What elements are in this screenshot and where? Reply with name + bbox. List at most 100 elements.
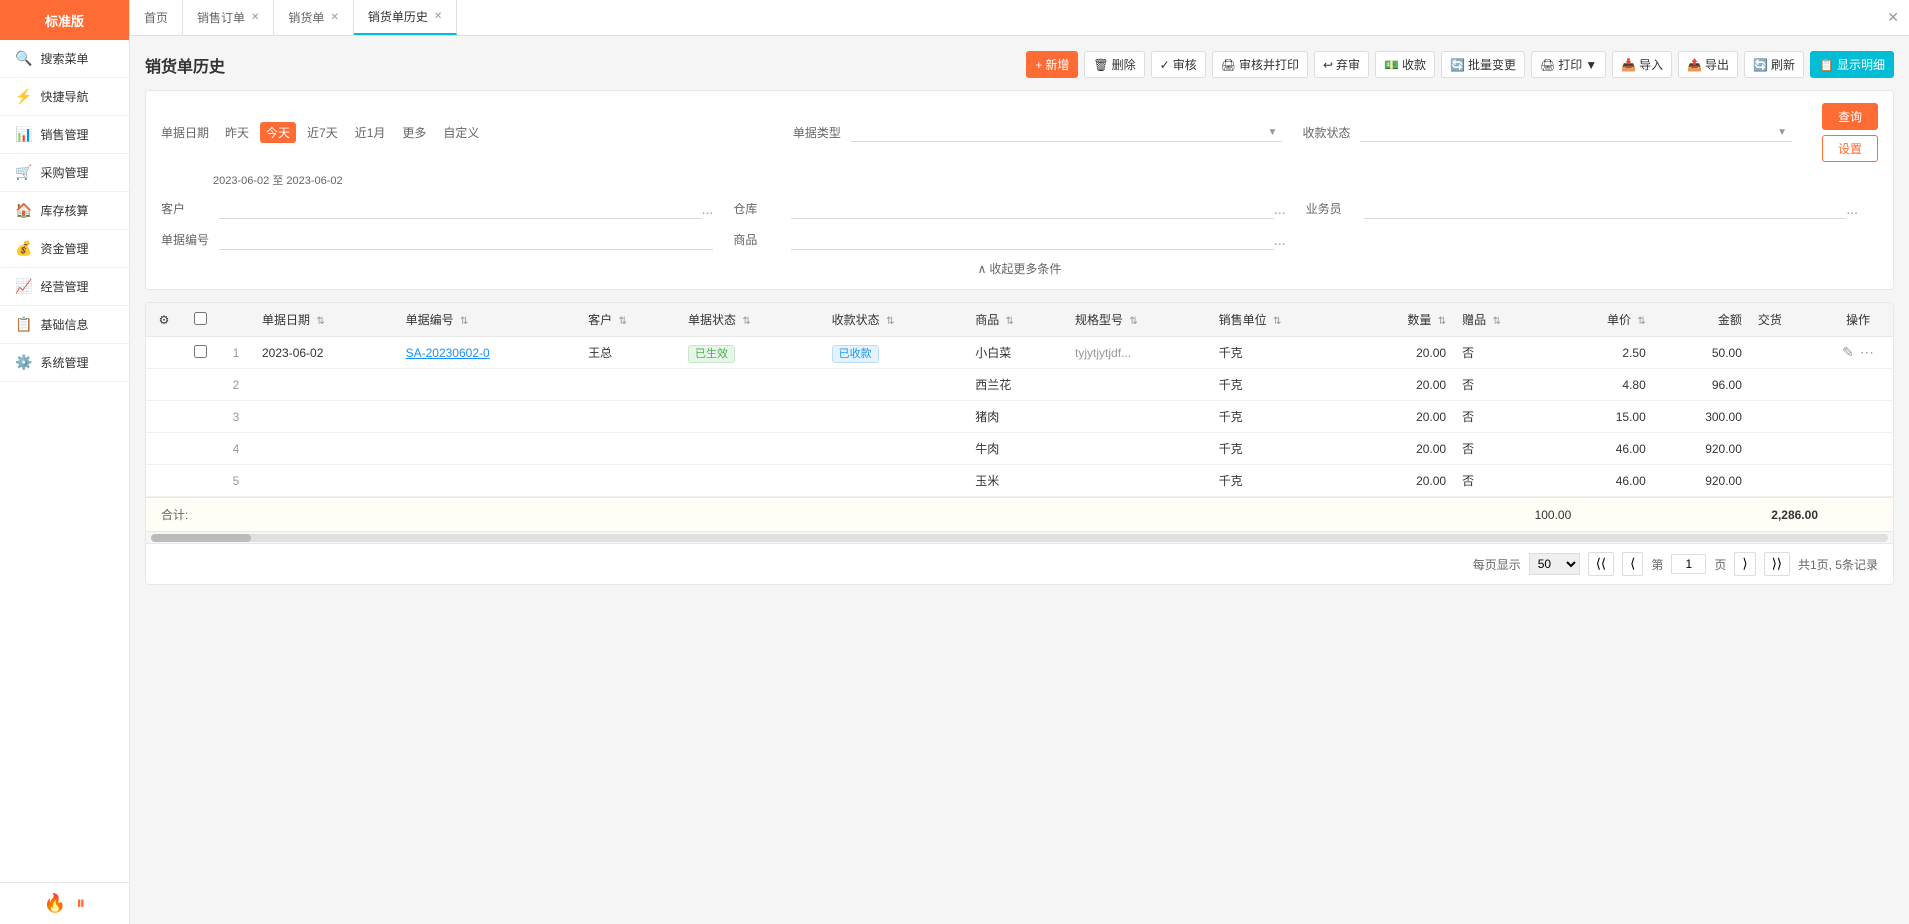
date-7days[interactable]: 近7天: [301, 122, 344, 143]
audit-print-button[interactable]: 🖨 审核并打印: [1212, 51, 1308, 78]
per-page-select[interactable]: 50 20 100: [1529, 553, 1580, 575]
first-page-button[interactable]: ⟨⟨: [1588, 552, 1614, 576]
row-checkbox[interactable]: [194, 345, 207, 358]
doc-status-cell: [680, 401, 824, 433]
more-icon[interactable]: ⋯: [1860, 344, 1874, 361]
quantity-cell: 20.00: [1354, 465, 1454, 497]
tab-sales-history-close[interactable]: ✕: [434, 11, 442, 22]
audit-icon: ✓: [1160, 58, 1170, 72]
query-button[interactable]: 查询: [1822, 103, 1878, 130]
page-number-input[interactable]: [1671, 554, 1706, 574]
pay-status-sort-icon: ⇅: [886, 316, 894, 327]
doc-status-cell: 已生效: [680, 337, 824, 369]
fire-icon[interactable]: 🔥: [44, 893, 66, 914]
audit-button[interactable]: ✓ 审核: [1151, 51, 1206, 78]
gift-sort-icon: ⇅: [1492, 316, 1500, 327]
set-button[interactable]: 设置: [1822, 135, 1878, 162]
export-button[interactable]: 📤 导出: [1678, 51, 1738, 78]
date-range-text: 2023-06-02 至 2023-06-02: [213, 172, 343, 188]
doc-no-column-header[interactable]: 单据编号 ⇅: [398, 303, 581, 337]
sales-unit-column-header[interactable]: 销售单位 ⇅: [1211, 303, 1355, 337]
tab-sales-goods[interactable]: 销货单 ✕: [274, 0, 353, 35]
doc-date-column-header[interactable]: 单据日期 ⇅: [254, 303, 398, 337]
sales-unit-cell: 千克: [1211, 369, 1355, 401]
date-today[interactable]: 今天: [260, 122, 296, 143]
horizontal-scrollbar[interactable]: [146, 531, 1893, 543]
edit-icon[interactable]: ✎: [1842, 344, 1854, 361]
sidebar-item-search-menu[interactable]: 🔍 搜索菜单: [0, 40, 129, 78]
next-page-button[interactable]: ⟩: [1734, 552, 1755, 576]
collect-icon: 💵: [1384, 58, 1399, 72]
quantity-cell: 20.00: [1354, 369, 1454, 401]
sidebar-item-purchase-mgmt[interactable]: 🛒 采购管理: [0, 154, 129, 192]
customer-input[interactable]: [219, 198, 702, 219]
refresh-button[interactable]: 🔄 刷新: [1744, 51, 1804, 78]
scrollbar-thumb[interactable]: [151, 534, 251, 542]
doc-date-cell: [254, 401, 398, 433]
warehouse-dots[interactable]: ...: [1274, 201, 1286, 217]
goods-dots[interactable]: ...: [1274, 232, 1286, 248]
doc-no-link[interactable]: SA-20230602-0: [406, 346, 490, 360]
spec-cell: tyjytjytjdf...: [1067, 337, 1211, 369]
tab-sales-order-close[interactable]: ✕: [251, 12, 259, 23]
date-more[interactable]: 更多: [396, 122, 432, 143]
spec-column-header[interactable]: 规格型号 ⇅: [1067, 303, 1211, 337]
sidebar-item-label: 销售管理: [40, 126, 88, 143]
pay-status-column-header[interactable]: 收款状态 ⇅: [824, 303, 968, 337]
last-page-button[interactable]: ⟩⟩: [1764, 552, 1790, 576]
date-custom[interactable]: 自定义: [437, 122, 485, 143]
import-button[interactable]: 📥 导入: [1612, 51, 1672, 78]
tab-bar-close-all[interactable]: ✕: [1887, 9, 1909, 26]
batch-change-button[interactable]: 🔄 批量变更: [1441, 51, 1525, 78]
prev-page-button[interactable]: ⟨: [1622, 552, 1643, 576]
rownum-cell: 4: [218, 433, 254, 465]
quantity-column-header[interactable]: 数量 ⇅: [1354, 303, 1454, 337]
tab-home[interactable]: 首页: [130, 0, 183, 35]
show-detail-button[interactable]: 📋 显示明细: [1810, 51, 1894, 78]
print-button[interactable]: 🖨 打印 ▼: [1531, 51, 1606, 78]
abandon-button[interactable]: ↩ 弃审: [1314, 51, 1369, 78]
sidebar-item-finance[interactable]: 💰 资金管理: [0, 230, 129, 268]
payment-select[interactable]: ▼: [1360, 124, 1792, 142]
customer-dots[interactable]: ...: [702, 201, 714, 217]
sidebar-item-sys-mgmt[interactable]: ⚙️ 系统管理: [0, 344, 129, 382]
salesperson-input[interactable]: [1364, 198, 1847, 219]
salesperson-dots[interactable]: ...: [1846, 201, 1858, 217]
new-button[interactable]: + 新增: [1026, 51, 1078, 78]
gift-column-header[interactable]: 赠品 ⇅: [1454, 303, 1554, 337]
gear-cell: [146, 369, 182, 401]
tab-sales-goods-close[interactable]: ✕: [330, 12, 338, 23]
detail-icon: 📋: [1819, 58, 1834, 72]
sales-unit-cell: 千克: [1211, 401, 1355, 433]
sidebar-item-sales-mgmt[interactable]: 📊 销售管理: [0, 116, 129, 154]
goods-input[interactable]: [791, 229, 1274, 250]
type-select[interactable]: ▼: [851, 124, 1283, 142]
ops-cell: [1823, 401, 1893, 433]
tab-sales-order[interactable]: 销售订单 ✕: [183, 0, 274, 35]
sidebar-item-operations[interactable]: 📈 经营管理: [0, 268, 129, 306]
docno-input[interactable]: [219, 229, 713, 250]
goods-column-header[interactable]: 商品 ⇅: [967, 303, 1067, 337]
warehouse-input[interactable]: [791, 198, 1274, 219]
pagination: 每页显示 50 20 100 ⟨⟨ ⟨ 第 页 ⟩ ⟩⟩ 共1页, 5条记录: [146, 543, 1893, 584]
doc-status-column-header[interactable]: 单据状态 ⇅: [680, 303, 824, 337]
transaction-cell: [1750, 465, 1823, 497]
goods-cell: 猪肉: [967, 401, 1067, 433]
pause-icon[interactable]: ⏸: [76, 893, 85, 914]
date-1month[interactable]: 近1月: [349, 122, 392, 143]
collapse-button[interactable]: ∧ 收起更多条件: [978, 260, 1062, 277]
sidebar-item-label: 基础信息: [40, 316, 88, 333]
sidebar-item-inventory[interactable]: 🏠 库存核算: [0, 192, 129, 230]
unit-price-column-header[interactable]: 单价 ⇅: [1554, 303, 1654, 337]
docno-label: 单据编号: [161, 231, 211, 248]
collect-button[interactable]: 💵 收款: [1375, 51, 1435, 78]
select-all-checkbox[interactable]: [194, 312, 207, 325]
delete-button[interactable]: 🗑 删除: [1084, 51, 1144, 78]
date-yesterday[interactable]: 昨天: [219, 122, 255, 143]
sidebar-item-basic-info[interactable]: 📋 基础信息: [0, 306, 129, 344]
checkbox-column-header: [182, 303, 218, 337]
tab-sales-history[interactable]: 销货单历史 ✕: [354, 0, 457, 35]
gear-column-header[interactable]: ⚙: [146, 303, 182, 337]
sidebar-item-quick-nav[interactable]: ⚡ 快捷导航: [0, 78, 129, 116]
customer-column-header[interactable]: 客户 ⇅: [580, 303, 680, 337]
